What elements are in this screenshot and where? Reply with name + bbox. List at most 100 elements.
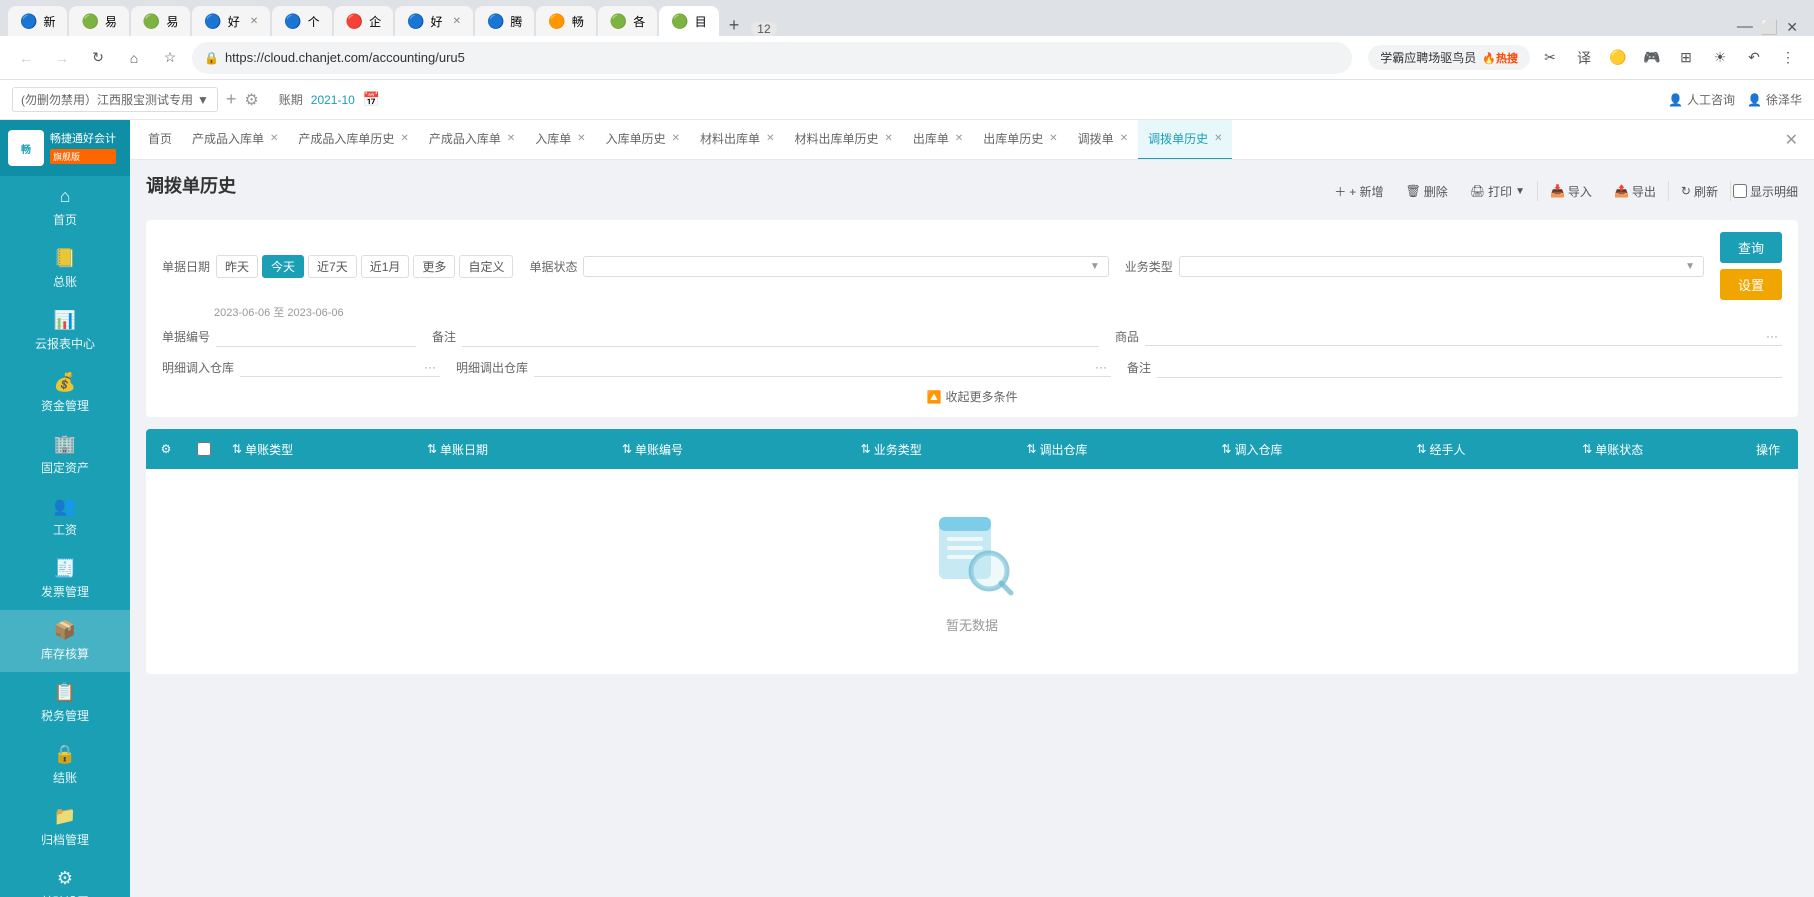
table-select-all[interactable]: [186, 442, 222, 456]
back-button[interactable]: ←: [12, 44, 40, 72]
menu-btn[interactable]: ⋮: [1774, 44, 1802, 72]
account-settings-icon[interactable]: ⚙: [244, 90, 258, 110]
browser-tab-1[interactable]: 🔵 新: [8, 6, 67, 36]
sidebar-item-home[interactable]: ⌂ 首页: [0, 176, 130, 238]
content-tab-10-close[interactable]: ✕: [1120, 133, 1128, 144]
date-btn-more[interactable]: 更多: [413, 255, 455, 278]
browser-tab-9[interactable]: 🟠 畅: [536, 6, 595, 36]
sidebar-item-invoice[interactable]: 🧾 发票管理: [0, 548, 130, 610]
filter-settings-button[interactable]: 设置: [1720, 269, 1782, 300]
in-wh-more-btn[interactable]: ···: [424, 360, 436, 374]
sidebar-item-tax[interactable]: 📋 税务管理: [0, 672, 130, 734]
content-tab-5[interactable]: 入库单历史 ✕: [596, 120, 690, 160]
forward-button[interactable]: →: [48, 44, 76, 72]
add-account-btn[interactable]: +: [226, 89, 237, 110]
print-button[interactable]: 🖨 打印 ▼: [1460, 178, 1535, 205]
col-out-wh[interactable]: ⇅ 调出仓库: [1016, 441, 1211, 458]
content-tab-4[interactable]: 入库单 ✕: [525, 120, 595, 160]
period-value[interactable]: 2021-10: [311, 93, 355, 107]
select-all-checkbox[interactable]: [197, 442, 211, 456]
display-all-toggle[interactable]: 显示明细: [1733, 183, 1798, 200]
brightness-btn[interactable]: ☀: [1706, 44, 1734, 72]
out-wh-more-btn[interactable]: ···: [1095, 360, 1107, 374]
content-tab-6[interactable]: 材料出库单 ✕: [690, 120, 784, 160]
wallet-btn[interactable]: 🟡: [1604, 44, 1632, 72]
window-minimize-btn[interactable]: —: [1737, 18, 1753, 36]
display-all-checkbox[interactable]: [1733, 184, 1747, 198]
date-btn-1month[interactable]: 近1月: [361, 255, 410, 278]
content-tab-10[interactable]: 调拨单 ✕: [1068, 120, 1138, 160]
content-tab-8[interactable]: 出库单 ✕: [903, 120, 973, 160]
biztype-select[interactable]: ▼: [1179, 256, 1704, 277]
browser-tab-2[interactable]: 🟢 易: [69, 6, 128, 36]
col-handler[interactable]: ⇅ 经手人: [1406, 441, 1572, 458]
tab-count-badge[interactable]: 12: [751, 22, 776, 36]
date-btn-yesterday[interactable]: 昨天: [216, 255, 258, 278]
content-tab-4-close[interactable]: ✕: [577, 133, 585, 144]
content-tab-1[interactable]: 产成品入库单 ✕: [182, 120, 288, 160]
col-date[interactable]: ⇅ 单账日期: [417, 441, 612, 458]
delete-button[interactable]: 🗑 删除: [1396, 178, 1458, 205]
bookmark-button[interactable]: ☆: [156, 44, 184, 72]
content-tab-7-close[interactable]: ✕: [884, 133, 892, 144]
close-all-tabs-btn[interactable]: ✕: [1777, 130, 1806, 150]
grid-btn[interactable]: ⊞: [1672, 44, 1700, 72]
import-button[interactable]: 📥 导入: [1540, 178, 1602, 205]
col-type[interactable]: ⇅ 单账类型: [222, 441, 417, 458]
content-tab-1-close[interactable]: ✕: [270, 133, 278, 144]
add-button[interactable]: ＋ + 新增: [1324, 178, 1393, 205]
home-button[interactable]: ⌂: [120, 44, 148, 72]
collapse-button[interactable]: 🔼 收起更多条件: [927, 388, 1018, 405]
browser-tab-8[interactable]: 🔵 腾: [475, 6, 534, 36]
content-tab-8-close[interactable]: ✕: [955, 133, 963, 144]
col-status[interactable]: ⇅ 单账状态: [1572, 441, 1738, 458]
undo-btn[interactable]: ↶: [1740, 44, 1768, 72]
calendar-icon[interactable]: 📅: [363, 91, 380, 108]
sidebar-item-basic[interactable]: ⚙ 基础设置: [0, 858, 130, 897]
reload-button[interactable]: ↻: [84, 44, 112, 72]
browser-tab-5[interactable]: 🔵 个: [272, 6, 331, 36]
content-tab-6-close[interactable]: ✕: [766, 133, 774, 144]
content-tab-2[interactable]: 产成品入库单历史 ✕: [288, 120, 418, 160]
query-button[interactable]: 查询: [1720, 232, 1782, 263]
date-btn-today[interactable]: 今天: [262, 255, 304, 278]
content-tab-5-close[interactable]: ✕: [672, 133, 680, 144]
sidebar-item-inventory[interactable]: 📦 库存核算: [0, 610, 130, 672]
content-tab-7[interactable]: 材料出库单历史 ✕: [784, 120, 902, 160]
browser-tab-6[interactable]: 🔴 企: [334, 6, 393, 36]
new-tab-button[interactable]: +: [721, 15, 748, 36]
col-num[interactable]: ⇅ 单账编号: [612, 441, 851, 458]
browser-tab-4[interactable]: 🔵 好 ✕: [192, 6, 270, 36]
col-in-wh[interactable]: ⇅ 调入仓库: [1211, 441, 1406, 458]
user-profile[interactable]: 👤 徐泽华: [1747, 91, 1802, 108]
content-tab-home[interactable]: 首页: [138, 120, 182, 160]
content-tab-3[interactable]: 产成品入库单 ✕: [419, 120, 525, 160]
sidebar-item-ledger[interactable]: 📒 总账: [0, 238, 130, 300]
content-tab-3-close[interactable]: ✕: [507, 133, 515, 144]
sidebar-item-asset[interactable]: 🏢 固定资产: [0, 424, 130, 486]
export-button[interactable]: 📤 导出: [1604, 178, 1666, 205]
content-tab-2-close[interactable]: ✕: [400, 133, 408, 144]
date-btn-custom[interactable]: 自定义: [459, 255, 513, 278]
col-biz[interactable]: ⇅ 业务类型: [851, 441, 1017, 458]
content-tab-11[interactable]: 调拨单历史 ✕: [1138, 120, 1232, 160]
company-selector[interactable]: (勿删勿禁用）江西服宝测试专用 ▼: [12, 87, 218, 112]
window-close-btn[interactable]: ✕: [1786, 19, 1798, 36]
sidebar-item-fund[interactable]: 💰 资金管理: [0, 362, 130, 424]
support-link[interactable]: 👤 人工咨询: [1668, 91, 1735, 108]
content-tab-11-close[interactable]: ✕: [1214, 133, 1222, 144]
browser-tab-7[interactable]: 🔵 好 ✕: [395, 6, 473, 36]
refresh-button[interactable]: ↻ 刷新: [1671, 178, 1728, 205]
note-input[interactable]: [462, 326, 1099, 347]
status-select[interactable]: ▼: [583, 256, 1108, 277]
extensions-btn[interactable]: ✂: [1536, 44, 1564, 72]
window-maximize-btn[interactable]: ⬜: [1761, 19, 1778, 36]
content-tab-9[interactable]: 出库单历史 ✕: [973, 120, 1067, 160]
browser-tab-3[interactable]: 🟢 易: [131, 6, 190, 36]
docnum-input[interactable]: [216, 326, 416, 347]
games-btn[interactable]: 🎮: [1638, 44, 1666, 72]
date-btn-7days[interactable]: 近7天: [308, 255, 357, 278]
browser-tab-11[interactable]: 🟢 目: [659, 6, 718, 36]
table-settings-icon[interactable]: ⚙: [146, 442, 186, 456]
sidebar-item-payroll[interactable]: 👥 工资: [0, 486, 130, 548]
